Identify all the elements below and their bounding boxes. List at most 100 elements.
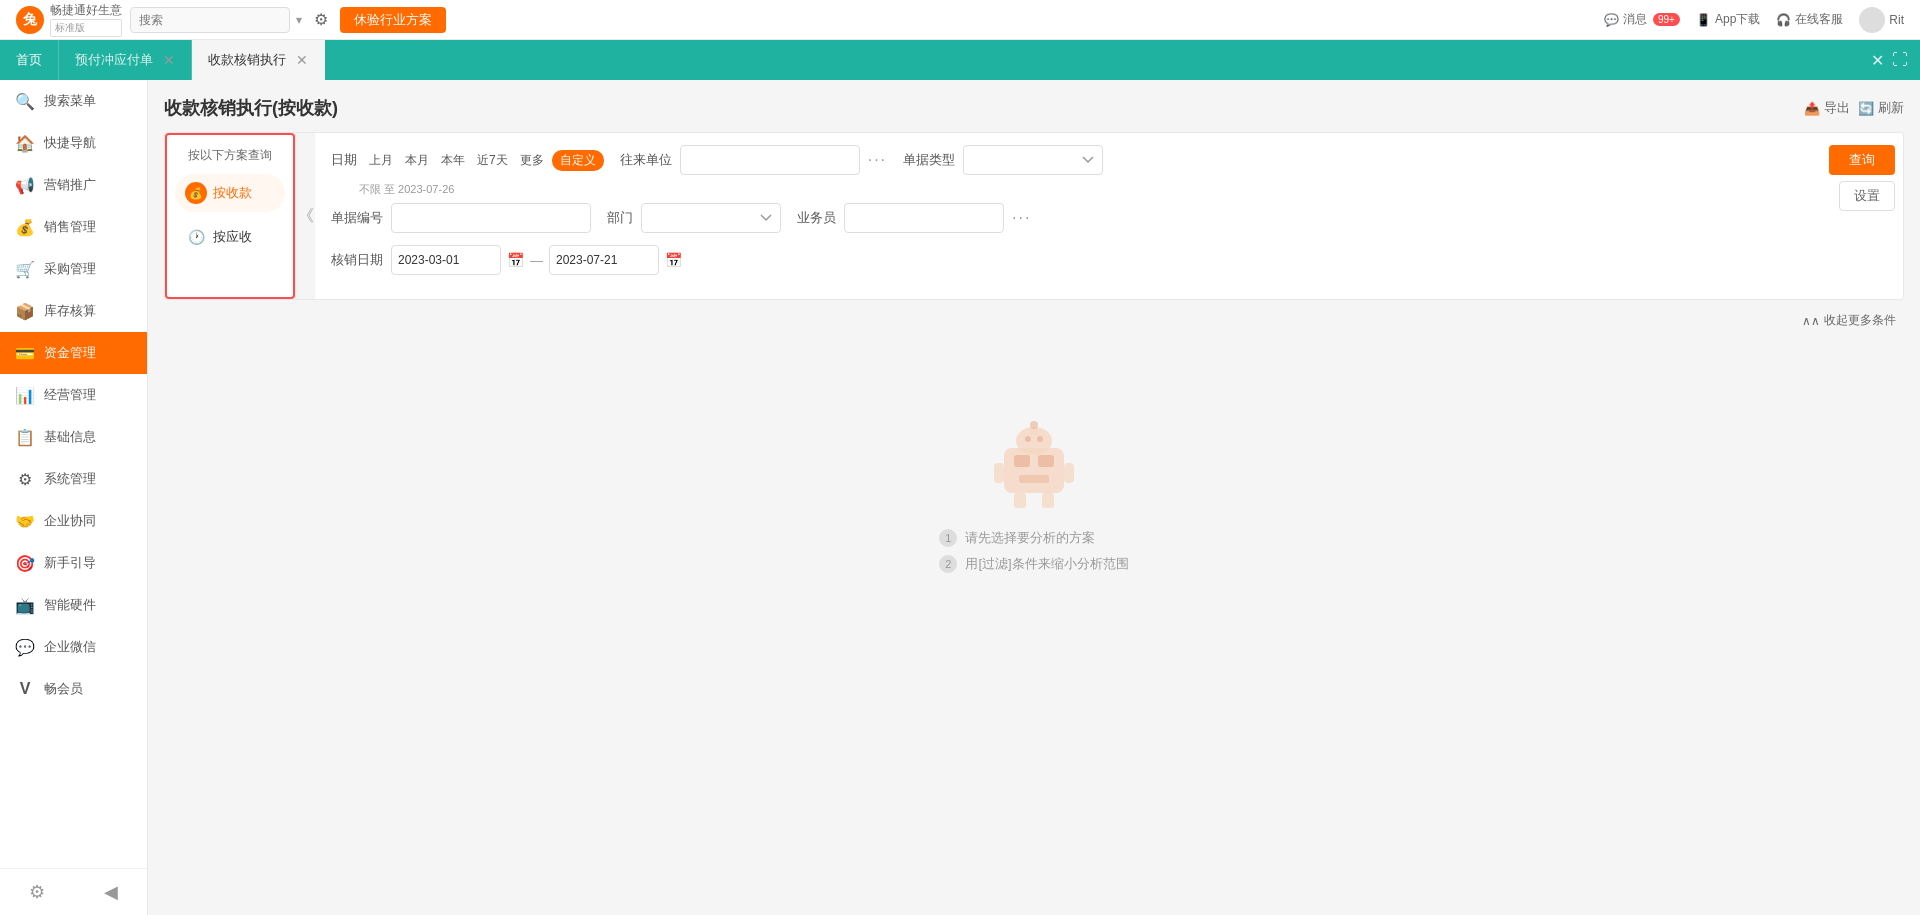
verify-date-from-input[interactable] bbox=[391, 245, 501, 275]
svg-point-10 bbox=[1037, 436, 1043, 442]
wechat-icon: 💬 bbox=[16, 638, 34, 656]
tab-home-label: 首页 bbox=[16, 51, 42, 69]
sidebar-settings-button[interactable]: ⚙ bbox=[21, 877, 53, 907]
gear-button[interactable]: ⚙ bbox=[308, 7, 334, 33]
empty-tip-1-text: 请先选择要分析的方案 bbox=[965, 529, 1095, 547]
smart-hw-icon: 📺 bbox=[16, 596, 34, 614]
logo: 兔 畅捷通好生意 标准版 bbox=[16, 2, 122, 37]
query-button[interactable]: 查询 bbox=[1829, 145, 1895, 175]
sidebar-item-enterprise-collab[interactable]: 🤝 企业协同 bbox=[0, 500, 147, 542]
sidebar-item-label: 新手引导 bbox=[44, 554, 96, 572]
export-button[interactable]: 📤 导出 bbox=[1804, 99, 1850, 117]
chevron-down-icon[interactable]: ▾ bbox=[296, 13, 302, 27]
tab-receipts[interactable]: 收款核销执行 ✕ bbox=[192, 40, 325, 80]
sidebar-item-system[interactable]: ⚙ 系统管理 bbox=[0, 458, 147, 500]
receivable-option-icon: 🕐 bbox=[185, 226, 207, 248]
sidebar-item-label: 销售管理 bbox=[44, 218, 96, 236]
salesperson-input[interactable] bbox=[844, 203, 1004, 233]
date-last-month[interactable]: 上月 bbox=[365, 150, 397, 171]
salesperson-more-button[interactable]: ··· bbox=[1012, 209, 1031, 227]
tip-num-1: 1 bbox=[939, 529, 957, 547]
dept-filter-item: 部门 bbox=[607, 203, 781, 233]
sidebar-item-inventory[interactable]: 📦 库存核算 bbox=[0, 290, 147, 332]
date-more[interactable]: 更多 bbox=[516, 150, 548, 171]
date-this-month[interactable]: 本月 bbox=[401, 150, 433, 171]
filter-settings-button[interactable]: 设置 bbox=[1839, 181, 1895, 211]
sidebar-item-label: 经营管理 bbox=[44, 386, 96, 404]
close-tab-button[interactable]: ✕ bbox=[1871, 51, 1884, 70]
date-hint: 不限 至 2023-07-26 bbox=[359, 183, 454, 195]
svg-rect-2 bbox=[1038, 455, 1054, 467]
expand-tab-button[interactable]: ⛶ bbox=[1892, 51, 1908, 69]
refresh-button[interactable]: 🔄 刷新 bbox=[1858, 99, 1904, 117]
empty-state: 1 请先选择要分析的方案 2 用[过滤]条件来缩小分析范围 bbox=[164, 333, 1904, 653]
tab-receipts-close[interactable]: ✕ bbox=[296, 52, 308, 68]
solution-button[interactable]: 休验行业方案 bbox=[340, 7, 446, 33]
sidebar-item-member[interactable]: V 畅会员 bbox=[0, 668, 147, 710]
sidebar-item-sales[interactable]: 💰 销售管理 bbox=[0, 206, 147, 248]
online-service-label: 在线客服 bbox=[1795, 11, 1843, 28]
message-badge: 99+ bbox=[1653, 13, 1680, 26]
salesperson-label: 业务员 bbox=[797, 209, 836, 227]
counterparty-label: 往来单位 bbox=[620, 151, 672, 169]
page-title-bar: 收款核销执行(按收款) 📤 导出 🔄 刷新 bbox=[164, 96, 1904, 120]
operation-icon: 📊 bbox=[16, 386, 34, 404]
sidebar-collapse-button[interactable]: ◀ bbox=[96, 877, 126, 907]
sidebar-item-marketing[interactable]: 📢 营销推广 bbox=[0, 164, 147, 206]
doc-no-input[interactable] bbox=[391, 203, 591, 233]
doc-type-select[interactable] bbox=[963, 145, 1103, 175]
verify-date-to-input[interactable] bbox=[549, 245, 659, 275]
date-this-year[interactable]: 本年 bbox=[437, 150, 469, 171]
message-action[interactable]: 💬 消息 99+ bbox=[1604, 11, 1680, 28]
export-icon: 📤 bbox=[1804, 101, 1820, 116]
query-option-receivable[interactable]: 🕐 按应收 bbox=[175, 218, 285, 256]
dept-select[interactable] bbox=[641, 203, 781, 233]
sidebar-item-label: 系统管理 bbox=[44, 470, 96, 488]
refresh-icon: 🔄 bbox=[1858, 101, 1874, 116]
sidebar-item-smart-hw[interactable]: 📺 智能硬件 bbox=[0, 584, 147, 626]
query-option-receipt[interactable]: 💰 按收款 bbox=[175, 174, 285, 212]
tab-prepay-close[interactable]: ✕ bbox=[163, 52, 175, 68]
verify-date-from-icon[interactable]: 📅 bbox=[507, 252, 524, 268]
sidebar-item-guide[interactable]: 🎯 新手引导 bbox=[0, 542, 147, 584]
app-download-action[interactable]: 📱 App下载 bbox=[1696, 11, 1760, 28]
counterparty-more-button[interactable]: ··· bbox=[868, 151, 887, 169]
sidebar-item-finance[interactable]: 💳 资金管理 bbox=[0, 332, 147, 374]
sidebar-item-basic-info[interactable]: 📋 基础信息 bbox=[0, 416, 147, 458]
counterparty-input[interactable] bbox=[680, 145, 860, 175]
sidebar-item-purchase[interactable]: 🛒 采购管理 bbox=[0, 248, 147, 290]
guide-icon: 🎯 bbox=[16, 554, 34, 572]
verify-date-to-icon[interactable]: 📅 bbox=[665, 252, 682, 268]
empty-illustration bbox=[984, 413, 1084, 513]
sales-icon: 💰 bbox=[16, 218, 34, 236]
date-custom-active[interactable]: 自定义 bbox=[552, 150, 604, 171]
app-badge: 标准版 bbox=[50, 19, 122, 37]
tab-home[interactable]: 首页 bbox=[0, 40, 59, 80]
collapse-selector-button[interactable]: 《 bbox=[295, 133, 315, 299]
sidebar-item-search-menu[interactable]: 🔍 搜索菜单 bbox=[0, 80, 147, 122]
sidebar-item-enterprise-wechat[interactable]: 💬 企业微信 bbox=[0, 626, 147, 668]
sidebar-item-label: 基础信息 bbox=[44, 428, 96, 446]
date-label: 日期 bbox=[331, 151, 357, 169]
content-area: 收款核销执行(按收款) 📤 导出 🔄 刷新 按以下方案查询 bbox=[148, 80, 1920, 915]
collapse-more-label: 收起更多条件 bbox=[1824, 312, 1896, 329]
tabbar: 首页 预付冲应付单 ✕ 收款核销执行 ✕ ✕ ⛶ bbox=[0, 40, 1920, 80]
filter-row-3: 核销日期 📅 — 📅 bbox=[331, 245, 1805, 275]
tab-prepay[interactable]: 预付冲应付单 ✕ bbox=[59, 40, 192, 80]
sidebar-item-label: 快捷导航 bbox=[44, 134, 96, 152]
filter-row-1: 日期 上月 本月 本年 近7天 更多 自定义 往来单位 bbox=[331, 145, 1805, 175]
sidebar-item-operation[interactable]: 📊 经营管理 bbox=[0, 374, 147, 416]
online-service-action[interactable]: 🎧 在线客服 bbox=[1776, 11, 1843, 28]
date-quick-filters: 上月 本月 本年 近7天 更多 自定义 bbox=[365, 150, 604, 171]
counterparty-filter-item: 往来单位 ··· bbox=[620, 145, 887, 175]
empty-tip-2: 2 用[过滤]条件来缩小分析范围 bbox=[939, 555, 1128, 573]
collapse-more-button[interactable]: ∧∧ 收起更多条件 bbox=[1802, 312, 1896, 329]
doc-type-label: 单据类型 bbox=[903, 151, 955, 169]
tabbar-actions: ✕ ⛶ bbox=[1871, 40, 1920, 80]
receivable-option-label: 按应收 bbox=[213, 228, 252, 246]
user-area[interactable]: Rit bbox=[1859, 7, 1904, 33]
sidebar-item-quick-nav[interactable]: 🏠 快捷导航 bbox=[0, 122, 147, 164]
date-last-7-days[interactable]: 近7天 bbox=[473, 150, 512, 171]
empty-tip-1: 1 请先选择要分析的方案 bbox=[939, 529, 1128, 547]
search-input[interactable] bbox=[130, 7, 290, 33]
